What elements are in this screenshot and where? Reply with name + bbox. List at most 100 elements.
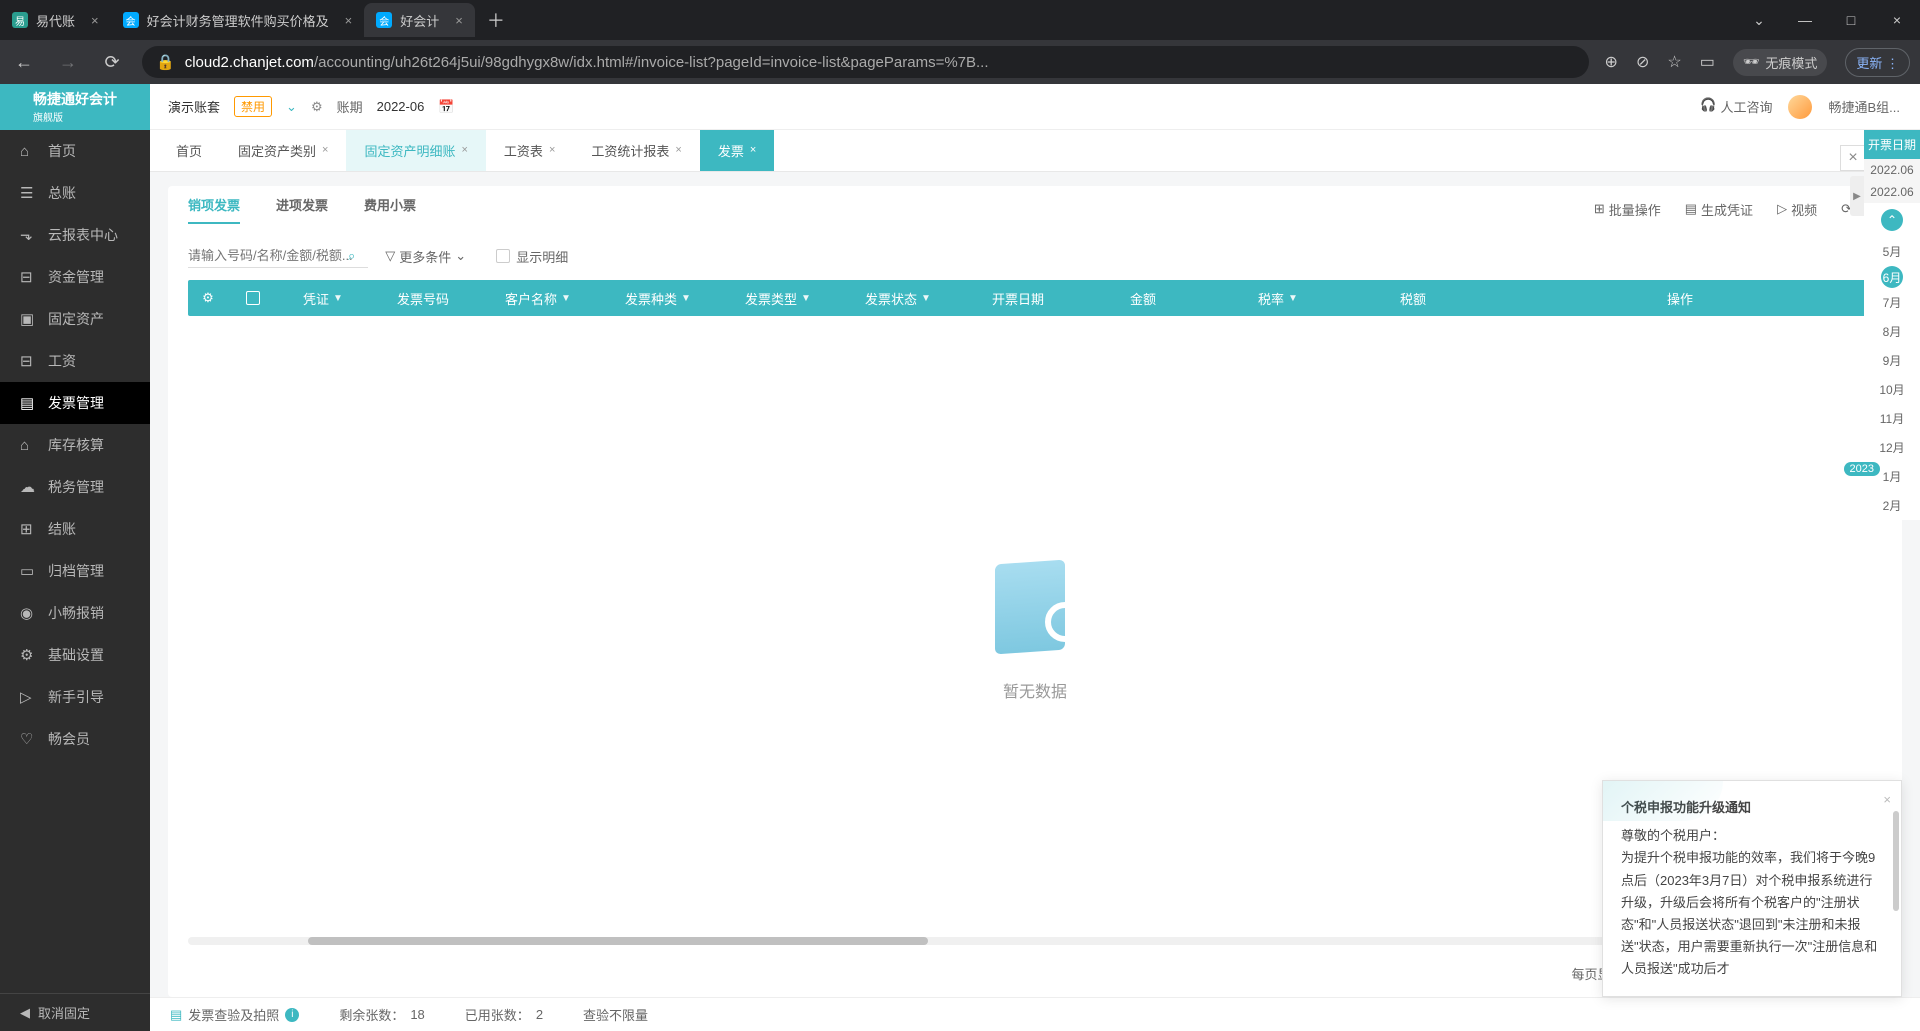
rail-year-start[interactable]: 2022.06 [1864,159,1920,181]
close-icon[interactable]: × [455,13,463,28]
tab-asset-category[interactable]: 固定资产类别× [220,129,346,171]
unlimited-link[interactable]: 查验不限量 [583,1005,648,1024]
star-icon[interactable]: ☆ [1667,52,1681,72]
gear-icon[interactable]: ⚙ [311,99,323,115]
extension-icon[interactable]: ⊘ [1636,52,1649,72]
rail-year-end[interactable]: 2022.06 [1864,181,1920,203]
close-icon[interactable]: × [750,144,756,156]
avatar[interactable] [1788,95,1812,119]
rail-month-10[interactable]: 10月 [1879,375,1904,404]
rail-month-11[interactable]: 11月 [1880,404,1904,433]
minimize-icon[interactable]: — [1782,0,1828,40]
more-filters-button[interactable]: ▽ 更多条件 ⌄ [385,247,466,266]
sidebar-item-archive[interactable]: ▭归档管理 [0,550,150,592]
subtab-purchase[interactable]: 进项发票 [276,195,328,224]
sidebar-item-funds[interactable]: ⊟资金管理 [0,256,150,298]
browser-tab-2[interactable]: 会 好会计财务管理软件购买价格及 × [111,3,365,37]
close-icon[interactable]: × [91,13,99,28]
scrollbar-thumb[interactable] [308,937,928,945]
scroll-up-icon[interactable]: ⌃ [1881,209,1903,231]
show-detail-checkbox[interactable]: 显示明细 [496,247,568,266]
th-rate[interactable]: 税率▼ [1208,289,1348,308]
tab-home[interactable]: 首页 [158,129,220,171]
th-customer[interactable]: 客户名称▼ [478,289,598,308]
notification-body: 为提升个税申报功能的效率，我们将于今晚9点后（2023年3月7日）对个税申报系统… [1621,847,1883,980]
th-type[interactable]: 发票类型▼ [718,289,838,308]
browser-tab-1[interactable]: 易 易代账 × [0,3,111,37]
sidebar-toggle-pin[interactable]: ◀ 取消固定 [0,993,150,1031]
rail-month-5[interactable]: 5月 [1883,237,1902,266]
info-icon[interactable]: i [285,1008,299,1022]
tab-salary-stats[interactable]: 工资统计报表× [573,129,699,171]
sidebar-item-salary[interactable]: ⊟工资 [0,340,150,382]
th-category[interactable]: 发票种类▼ [598,289,718,308]
username[interactable]: 畅捷通B组... [1828,97,1900,116]
subtab-expense[interactable]: 费用小票 [364,195,416,224]
sidebar-item-guide[interactable]: ▷新手引导 [0,676,150,718]
forward-icon[interactable]: → [54,52,82,73]
sidebar-item-home[interactable]: ⌂首页 [0,130,150,172]
th-settings[interactable]: ⚙ [188,290,228,306]
close-icon[interactable]: × [1883,789,1891,811]
close-icon[interactable]: × [345,13,353,28]
support-link[interactable]: 🎧 人工咨询 [1700,97,1772,116]
collapse-icon: ◀ [20,1005,30,1021]
batch-button[interactable]: ⊞批量操作 [1594,200,1661,219]
scan-invoice-link[interactable]: ▤ 发票查验及拍照 i [170,1005,299,1024]
back-icon[interactable]: ← [10,52,38,73]
tab-asset-detail[interactable]: 固定资产明细账× [346,129,485,171]
update-button[interactable]: 更新 ⋮ [1845,48,1910,77]
scrollbar-thumb[interactable] [1893,811,1899,911]
chevron-down-icon[interactable]: ⌄ [286,99,297,115]
sidebar-item-reimburse[interactable]: ◉小畅报销 [0,592,150,634]
tab-salary[interactable]: 工资表× [486,129,573,171]
rail-month-6[interactable]: 6月 [1881,266,1903,288]
rail-month-1[interactable]: 1月 [1883,462,1902,491]
sidebar-item-assets[interactable]: ▣固定资产 [0,298,150,340]
tab-invoice[interactable]: 发票× [700,129,774,171]
new-tab-button[interactable]: ＋ [475,7,517,33]
rail-collapse-icon[interactable]: ▶ [1850,176,1864,216]
funds-icon: ⊟ [20,268,36,286]
close-icon[interactable]: × [675,144,681,156]
search-icon[interactable]: ⌕ [348,248,355,264]
sidebar-item-ledger[interactable]: ☰总账 [0,172,150,214]
account-set[interactable]: 演示账套 [168,97,220,116]
maximize-icon[interactable]: □ [1828,0,1874,40]
video-button[interactable]: ▷视频 [1777,200,1817,219]
th-voucher[interactable]: 凭证▼ [278,289,368,308]
close-icon[interactable]: × [322,144,328,156]
chevron-down-icon[interactable]: ⌄ [1736,0,1782,40]
close-icon[interactable]: × [461,144,467,156]
url-input[interactable]: 🔒 cloud2.chanjet.com/accounting/uh26t264… [142,46,1589,78]
th-status[interactable]: 发票状态▼ [838,289,958,308]
sidebar-item-close[interactable]: ⊞结账 [0,508,150,550]
chevron-down-icon: ⌄ [455,248,466,264]
reload-icon[interactable]: ⟳ [98,52,126,73]
subtab-sales[interactable]: 销项发票 [188,195,240,224]
browser-tab-3[interactable]: 会 好会计 × [364,3,475,37]
close-all-icon[interactable]: × [1840,145,1866,171]
sidebar-item-reports[interactable]: ⬎云报表中心 [0,214,150,256]
sidebar-item-tax[interactable]: ☁税务管理 [0,466,150,508]
close-window-icon[interactable]: × [1874,0,1920,40]
generate-voucher-button[interactable]: ▤生成凭证 [1685,200,1753,219]
rail-month-7[interactable]: 7月 [1883,288,1902,317]
tab-title: 易代账 [36,11,75,30]
rail-month-9[interactable]: 9月 [1883,346,1902,375]
rail-month-2[interactable]: 2月 [1883,491,1902,520]
sidebar-item-invoice[interactable]: ▤发票管理 [0,382,150,424]
rail-month-8[interactable]: 8月 [1883,317,1902,346]
sidebar-item-inventory[interactable]: ⌂库存核算 [0,424,150,466]
rail-month-12[interactable]: 12月 [1879,433,1904,462]
sidebar-item-settings[interactable]: ⚙基础设置 [0,634,150,676]
checkbox-icon [496,249,510,263]
th-checkbox[interactable] [228,291,278,305]
calendar-icon[interactable]: 📅 [438,99,454,115]
incognito-badge: 🕶 无痕模式 [1733,49,1828,76]
panel-icon[interactable]: ▭ [1700,52,1715,72]
close-icon[interactable]: × [549,144,555,156]
sidebar-item-member[interactable]: ♡畅会员 [0,718,150,760]
search-input[interactable] [188,244,368,268]
zoom-icon[interactable]: ⊕ [1605,52,1618,72]
